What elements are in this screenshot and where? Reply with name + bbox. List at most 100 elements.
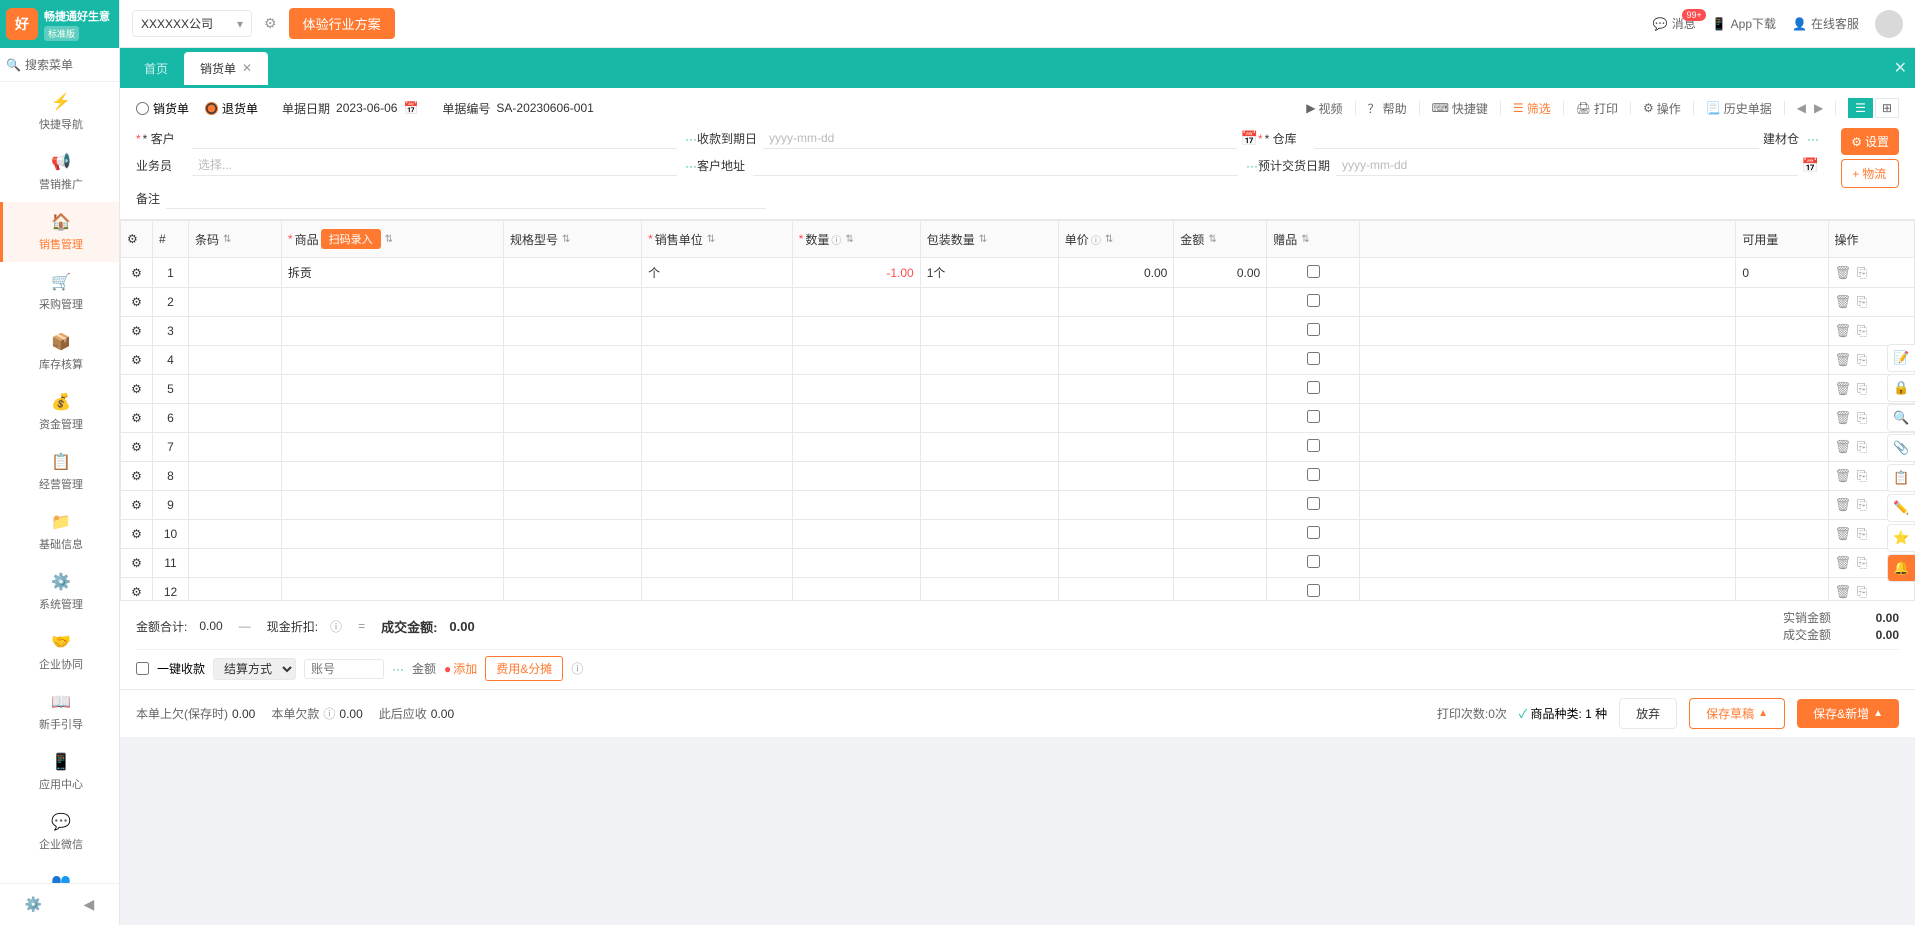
delete-icon-12[interactable]: 🗑 [1835, 584, 1852, 600]
settings-action-btn[interactable]: ⚙ 设置 [1841, 128, 1899, 155]
filter-btn[interactable]: ☰ 筛选 [1513, 100, 1551, 117]
warehouse-more-btn[interactable]: ··· [1807, 132, 1819, 146]
delete-icon-7[interactable]: 🗑 [1835, 439, 1852, 455]
float-note-btn[interactable]: 📝 [1887, 344, 1915, 372]
sidebar-settings-btn[interactable]: ⚙️ [21, 892, 46, 917]
message-button[interactable]: 💬 消息 99+ [1653, 15, 1696, 32]
receive-date-input[interactable] [763, 128, 1237, 149]
sidebar-item-sales[interactable]: 🏠 销售管理 [0, 202, 119, 262]
salesman-input[interactable] [192, 155, 677, 176]
float-attach-btn[interactable]: 📎 [1887, 434, 1915, 462]
gift-checkbox-12[interactable] [1307, 584, 1320, 597]
float-search-btn[interactable]: 🔍 [1887, 404, 1915, 432]
gift-checkbox-5[interactable] [1307, 381, 1320, 394]
gift-checkbox-4[interactable] [1307, 352, 1320, 365]
sidebar-item-inventory[interactable]: 📦 库存核算 [0, 322, 119, 382]
user-avatar[interactable] [1875, 10, 1903, 38]
float-lock-btn[interactable]: 🔒 [1887, 374, 1915, 402]
copy-icon-3[interactable]: ⎘ [1857, 323, 1867, 339]
copy-icon-7[interactable]: ⎘ [1857, 439, 1867, 455]
sidebar-search[interactable]: 🔍 搜索菜单 [0, 48, 119, 82]
copy-icon-6[interactable]: ⎘ [1857, 410, 1867, 426]
credit-help-icon[interactable]: ⓘ [323, 705, 335, 722]
help-btn[interactable]: ？ 帮助 [1368, 100, 1407, 117]
sidebar-item-marketing[interactable]: 📢 营销推广 [0, 142, 119, 202]
row-gear-1[interactable]: ⚙ [121, 258, 153, 288]
gift-checkbox-7[interactable] [1307, 439, 1320, 452]
next-icon[interactable]: ▶ [1814, 101, 1823, 115]
sidebar-collapse-btn[interactable]: ◀ [80, 892, 99, 917]
copy-icon-8[interactable]: ⎘ [1857, 468, 1867, 484]
scan-btn[interactable]: 扫码录入 [321, 229, 381, 249]
copy-icon-12[interactable]: ⎘ [1857, 584, 1867, 600]
gift-checkbox-8[interactable] [1307, 468, 1320, 481]
delete-icon-5[interactable]: 🗑 [1835, 381, 1852, 397]
fee-help-icon[interactable]: ⓘ [571, 660, 583, 677]
gift-checkbox-1[interactable] [1307, 265, 1320, 278]
shortcut-btn[interactable]: ⌨ 快捷键 [1432, 100, 1488, 117]
sidebar-item-system[interactable]: ⚙️ 系统管理 [0, 562, 119, 622]
copy-icon-1[interactable]: ⎘ [1857, 265, 1867, 281]
sidebar-item-purchase[interactable]: 🛒 采购管理 [0, 262, 119, 322]
col-gear[interactable]: ⚙ [121, 221, 153, 258]
video-btn[interactable]: ▶ 视频 [1306, 100, 1342, 117]
tab-close-icon[interactable]: ✕ [242, 61, 252, 75]
logistics-action-btn[interactable]: + 物流 [1841, 159, 1899, 188]
warehouse-input[interactable] [1314, 128, 1759, 149]
sidebar-item-baseinfo[interactable]: 📁 基础信息 [0, 502, 119, 562]
delete-icon-3[interactable]: 🗑 [1835, 323, 1852, 339]
trial-plan-button[interactable]: 体验行业方案 [289, 8, 395, 39]
copy-icon-2[interactable]: ⎘ [1857, 294, 1867, 310]
sidebar-item-appstore[interactable]: 📱 应用中心 [0, 742, 119, 802]
copy-icon-5[interactable]: ⎘ [1857, 381, 1867, 397]
radio-sales-order[interactable]: 销货单 [136, 100, 189, 117]
view-grid-btn[interactable]: ⊞ [1875, 98, 1899, 118]
sidebar-item-management[interactable]: 📋 经营管理 [0, 442, 119, 502]
copy-icon-11[interactable]: ⎘ [1857, 555, 1867, 571]
account-more-btn[interactable]: ··· [392, 662, 404, 676]
view-list-btn[interactable]: ☰ [1848, 98, 1873, 118]
print-btn[interactable]: 🖨 打印 [1576, 100, 1618, 117]
save-new-button[interactable]: 保存&新增 ▲ [1797, 699, 1899, 728]
online-service-button[interactable]: 👤 在线客服 [1792, 15, 1859, 32]
gift-checkbox-9[interactable] [1307, 497, 1320, 510]
float-star-btn[interactable]: ⭐ [1887, 524, 1915, 552]
sidebar-item-finance[interactable]: 💰 资金管理 [0, 382, 119, 442]
close-tab-btn[interactable]: ✕ [1894, 58, 1907, 78]
gift-checkbox-11[interactable] [1307, 555, 1320, 568]
gift-checkbox-2[interactable] [1307, 294, 1320, 307]
gift-checkbox-10[interactable] [1307, 526, 1320, 539]
delete-icon-4[interactable]: 🗑 [1835, 352, 1852, 368]
customer-addr-input[interactable] [753, 155, 1238, 176]
company-selector[interactable]: XXXXXX公司 ▾ [132, 10, 252, 37]
gift-checkbox-3[interactable] [1307, 323, 1320, 336]
abandon-button[interactable]: 放弃 [1619, 698, 1677, 729]
float-edit-btn[interactable]: ✏️ [1887, 494, 1915, 522]
fee-split-btn[interactable]: 费用&分摊 [485, 656, 563, 681]
discount-help-icon[interactable]: ⓘ [330, 618, 342, 635]
sidebar-item-member[interactable]: 👥 畅会员 [0, 862, 119, 883]
float-notify-btn[interactable]: 🔔 [1887, 554, 1915, 582]
expected-date-calendar-icon[interactable]: 📅 [1802, 157, 1819, 174]
sidebar-item-quicknav[interactable]: ⚡ 快捷导航 [0, 82, 119, 142]
app-download-button[interactable]: 📱 App下载 [1712, 15, 1776, 32]
operation-btn[interactable]: ⚙ 操作 [1643, 100, 1681, 117]
sidebar-item-collab[interactable]: 🤝 企业协同 [0, 622, 119, 682]
gift-checkbox-6[interactable] [1307, 410, 1320, 423]
delete-icon-9[interactable]: 🗑 [1835, 497, 1852, 513]
calendar-icon[interactable]: 📅 [403, 101, 418, 115]
delete-icon-10[interactable]: 🗑 [1835, 526, 1852, 542]
prev-icon[interactable]: ◀ [1797, 101, 1806, 115]
copy-icon-4[interactable]: ⎘ [1857, 352, 1867, 368]
remark-input[interactable] [166, 188, 766, 209]
calc-method-select[interactable]: 结算方式 [213, 658, 296, 680]
sidebar-item-guide[interactable]: 📖 新手引导 [0, 682, 119, 742]
float-clipboard-btn[interactable]: 📋 [1887, 464, 1915, 492]
account-input[interactable] [304, 659, 384, 679]
add-payment-btn[interactable]: ● 添加 [444, 660, 477, 677]
tab-home[interactable]: 首页 [128, 52, 184, 85]
tab-sales-order[interactable]: 销货单 ✕ [184, 52, 268, 85]
delete-icon-6[interactable]: 🗑 [1835, 410, 1852, 426]
delete-icon-8[interactable]: 🗑 [1835, 468, 1852, 484]
customer-more-btn[interactable]: ··· [685, 132, 697, 146]
